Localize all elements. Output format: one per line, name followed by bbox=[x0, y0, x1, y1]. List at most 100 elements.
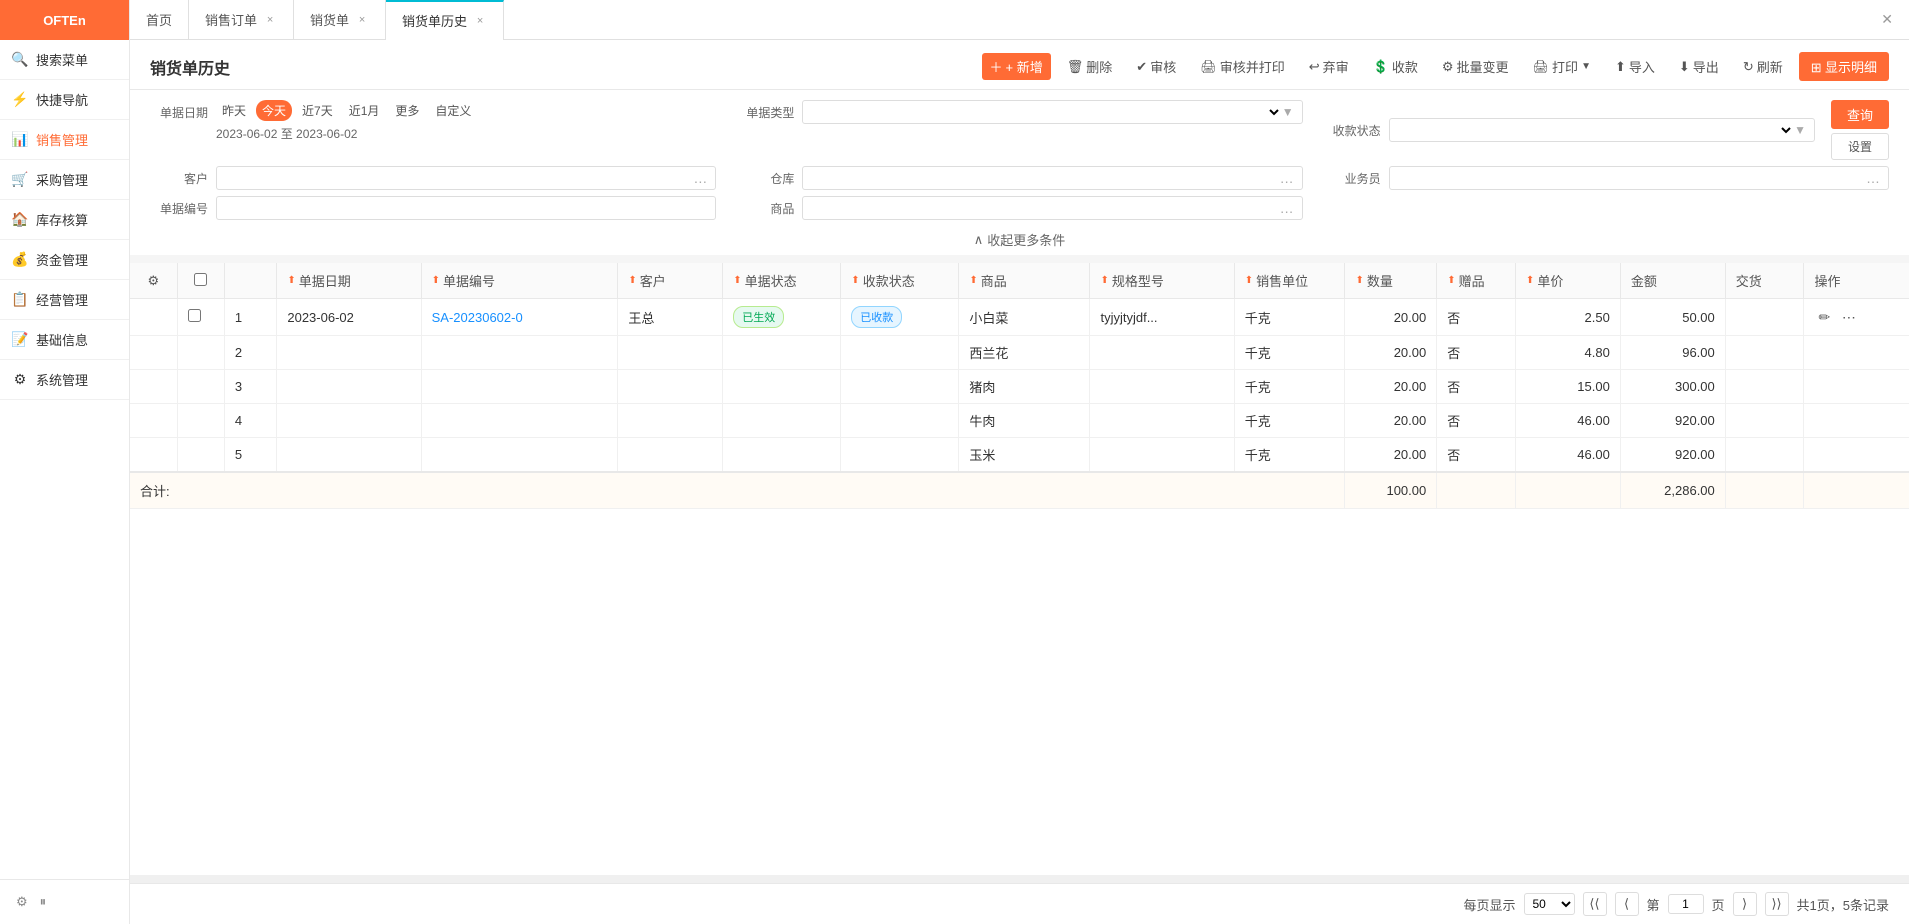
sidebar-item-sales-mgmt[interactable]: 📊 销售管理 bbox=[0, 120, 129, 160]
th-spec[interactable]: ⬆ 规格型号 bbox=[1090, 263, 1234, 299]
td-gear-4 bbox=[130, 404, 177, 438]
tab-home[interactable]: 首页 bbox=[130, 0, 189, 40]
doc-no-filter: 单据编号 bbox=[150, 196, 716, 220]
th-customer[interactable]: ⬆ 客户 bbox=[618, 263, 723, 299]
td-collect-status-4 bbox=[841, 404, 959, 438]
export-icon: ⬇ bbox=[1679, 59, 1690, 75]
next-page-btn[interactable]: ⟩ bbox=[1733, 892, 1757, 916]
abandon-button[interactable]: ↩ 弃审 bbox=[1301, 53, 1357, 80]
td-check-5 bbox=[177, 438, 224, 473]
sidebar-item-sys-mgmt[interactable]: ⚙ 系统管理 bbox=[0, 360, 129, 400]
doc-date-sortable[interactable]: ⬆ 单据日期 bbox=[287, 271, 410, 290]
tab-sales-history-close[interactable]: × bbox=[473, 14, 487, 28]
td-collect-status-2 bbox=[841, 336, 959, 370]
th-gift[interactable]: ⬆ 赠品 bbox=[1437, 263, 1516, 299]
warehouse-dots-btn[interactable]: … bbox=[1280, 170, 1294, 186]
goods-dots-btn[interactable]: … bbox=[1280, 200, 1294, 216]
date-1month[interactable]: 近1月 bbox=[343, 100, 386, 121]
staff-input[interactable] bbox=[1398, 171, 1866, 185]
td-amount-5: 920.00 bbox=[1620, 438, 1725, 473]
prev-page-btn[interactable]: ⟨ bbox=[1615, 892, 1639, 916]
th-qty[interactable]: ⬆ 数量 bbox=[1345, 263, 1437, 299]
td-check-1 bbox=[177, 299, 224, 336]
sidebar-item-base-info[interactable]: 📝 基础信息 bbox=[0, 320, 129, 360]
window-close-icon[interactable]: ✕ bbox=[1873, 11, 1901, 28]
settings-icon[interactable]: ⚙ bbox=[16, 894, 28, 910]
date-filter: 单据日期 昨天 今天 近7天 近1月 更多 自定义 2023-06-02 至 2… bbox=[150, 100, 716, 142]
setting-button[interactable]: 设置 bbox=[1831, 133, 1889, 160]
td-index-2: 2 bbox=[224, 336, 276, 370]
td-doc-no-1: SA-20230602-0 bbox=[421, 299, 618, 336]
sidebar-item-purchase-mgmt[interactable]: 🛒 采购管理 bbox=[0, 160, 129, 200]
audit-button[interactable]: ✔ 审核 bbox=[1128, 53, 1184, 80]
per-page-select[interactable]: 50 100 200 bbox=[1524, 893, 1575, 915]
date-7days[interactable]: 近7天 bbox=[296, 100, 339, 121]
sidebar-item-finance[interactable]: 💰 资金管理 bbox=[0, 240, 129, 280]
customer-input-wrapper: … bbox=[216, 166, 716, 190]
export-button[interactable]: ⬇ 导出 bbox=[1671, 53, 1727, 80]
page-number-input[interactable]: 1 bbox=[1668, 894, 1704, 914]
date-today[interactable]: 今天 bbox=[256, 100, 292, 121]
sidebar-item-quick-nav[interactable]: ⚡ 快捷导航 bbox=[0, 80, 129, 120]
query-button[interactable]: 查询 bbox=[1831, 100, 1889, 129]
td-spec-5 bbox=[1090, 438, 1234, 473]
date-more[interactable]: 更多 bbox=[389, 100, 425, 121]
tab-sales-order[interactable]: 销售订单 × bbox=[189, 0, 294, 40]
td-doc-no-3 bbox=[421, 370, 618, 404]
edit-icon-1[interactable]: ✏ bbox=[1814, 307, 1834, 327]
delete-button[interactable]: 🗑 删除 bbox=[1059, 53, 1121, 80]
customer-input[interactable] bbox=[225, 171, 693, 185]
sidebar-item-inventory[interactable]: 🏠 库存核算 bbox=[0, 200, 129, 240]
goods-input[interactable] bbox=[811, 201, 1279, 215]
tab-sales-history[interactable]: 销货单历史 × bbox=[386, 0, 504, 40]
collect-status-filter: 收款状态 ▼ 查询 设置 bbox=[1323, 100, 1889, 160]
gear-icon[interactable]: ⚙ bbox=[148, 273, 160, 288]
horizontal-scrollbar[interactable] bbox=[130, 875, 1909, 883]
td-spec-1: tyjyjtyjdf... bbox=[1090, 299, 1234, 336]
date-custom[interactable]: 自定义 bbox=[429, 100, 477, 121]
td-summary-empty3 bbox=[1725, 472, 1804, 509]
doc-type-select[interactable] bbox=[811, 104, 1281, 120]
doc-no-input[interactable] bbox=[216, 196, 716, 220]
collect-status-select[interactable] bbox=[1398, 122, 1794, 138]
th-goods[interactable]: ⬆ 商品 bbox=[959, 263, 1090, 299]
staff-dots-btn[interactable]: … bbox=[1866, 170, 1880, 186]
print-button[interactable]: 🖨 打印 ▼ bbox=[1525, 53, 1599, 80]
th-collect-status[interactable]: ⬆ 收款状态 bbox=[841, 263, 959, 299]
batch-change-button[interactable]: ⚙ 批量变更 bbox=[1434, 53, 1517, 80]
tab-sales-goods-close[interactable]: × bbox=[355, 13, 369, 27]
refresh-button[interactable]: ↻ 刷新 bbox=[1735, 53, 1791, 80]
row1-checkbox[interactable] bbox=[188, 309, 201, 322]
td-index-1: 1 bbox=[224, 299, 276, 336]
th-unit[interactable]: ⬆ 销售单位 bbox=[1234, 263, 1345, 299]
first-page-btn[interactable]: ⟨⟨ bbox=[1583, 892, 1607, 916]
date-yesterday[interactable]: 昨天 bbox=[216, 100, 252, 121]
new-button[interactable]: ＋ + 新增 bbox=[982, 53, 1051, 80]
customer-dots-btn[interactable]: … bbox=[693, 170, 707, 186]
th-doc-no[interactable]: ⬆ 单据编号 bbox=[421, 263, 618, 299]
td-summary-label: 合计: bbox=[130, 472, 1345, 509]
sidebar-item-operation[interactable]: 📋 经营管理 bbox=[0, 280, 129, 320]
tab-sales-order-close[interactable]: × bbox=[263, 13, 277, 27]
last-page-btn[interactable]: ⟩⟩ bbox=[1765, 892, 1789, 916]
warehouse-input[interactable] bbox=[811, 171, 1279, 185]
sidebar-item-label: 基础信息 bbox=[36, 330, 88, 349]
more-icon-1[interactable]: ⋯ bbox=[1838, 307, 1860, 327]
sidebar-item-search-menu[interactable]: 🔍 搜索菜单 bbox=[0, 40, 129, 80]
tab-sales-goods[interactable]: 销货单 × bbox=[294, 0, 386, 40]
collapse-button[interactable]: ∧ 收起更多条件 bbox=[150, 226, 1889, 255]
doc-no-link-1[interactable]: SA-20230602-0 bbox=[432, 310, 523, 325]
th-doc-status[interactable]: ⬆ 单据状态 bbox=[723, 263, 841, 299]
td-doc-status-4 bbox=[723, 404, 841, 438]
td-doc-date-4 bbox=[277, 404, 421, 438]
import-button[interactable]: ⬆ 导入 bbox=[1607, 53, 1663, 80]
collect-status-label: 收款状态 bbox=[1323, 122, 1381, 139]
th-doc-date[interactable]: ⬆ 单据日期 bbox=[277, 263, 421, 299]
show-detail-button[interactable]: ⊞ 显示明细 bbox=[1799, 52, 1889, 81]
th-unit-price[interactable]: ⬆ 单价 bbox=[1515, 263, 1620, 299]
collect-button[interactable]: 💲 收款 bbox=[1365, 53, 1426, 80]
select-all-checkbox[interactable] bbox=[194, 273, 207, 286]
pause-icon[interactable]: ⏸ bbox=[40, 894, 47, 910]
sort-icon: ⬆ bbox=[432, 275, 440, 286]
audit-print-button[interactable]: 🖨 审核并打印 bbox=[1192, 53, 1293, 80]
